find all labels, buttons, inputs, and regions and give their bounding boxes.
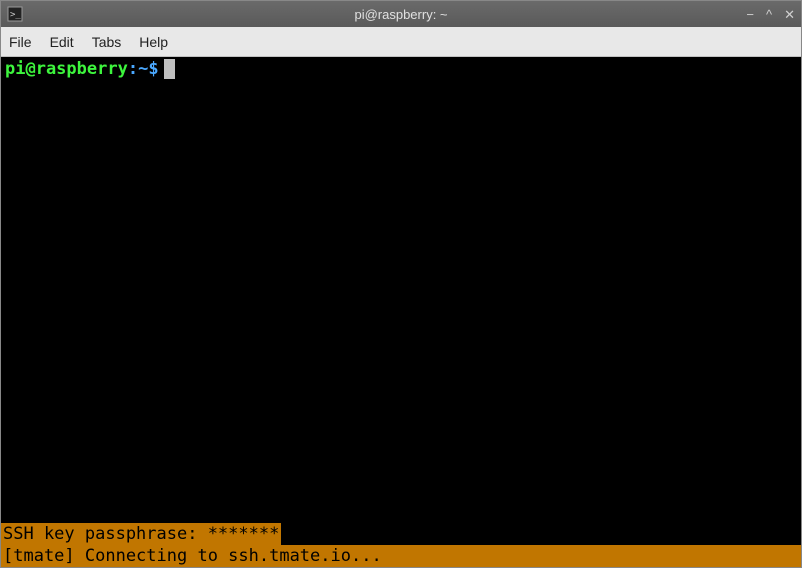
menu-file[interactable]: File bbox=[9, 34, 32, 50]
status-line-passphrase: SSH key passphrase: ******* bbox=[1, 523, 281, 545]
menu-help[interactable]: Help bbox=[139, 34, 168, 50]
terminal[interactable]: pi@raspberry:~ $ SSH key passphrase: ***… bbox=[1, 57, 801, 567]
window-title: pi@raspberry: ~ bbox=[354, 7, 447, 22]
cursor bbox=[164, 59, 175, 79]
prompt-colon: : bbox=[128, 58, 138, 80]
prompt-path: ~ bbox=[138, 58, 148, 80]
menubar: File Edit Tabs Help bbox=[1, 27, 801, 57]
status-area: SSH key passphrase: ******* [tmate] Conn… bbox=[1, 523, 801, 567]
app-icon: >_ bbox=[7, 6, 23, 22]
menu-tabs[interactable]: Tabs bbox=[92, 34, 122, 50]
status-line-connecting: [tmate] Connecting to ssh.tmate.io... bbox=[1, 545, 801, 567]
maximize-button[interactable]: ^ bbox=[766, 8, 772, 21]
minimize-button[interactable]: − bbox=[746, 8, 754, 21]
menu-edit[interactable]: Edit bbox=[50, 34, 74, 50]
window-controls: − ^ ✕ bbox=[746, 8, 795, 21]
titlebar: >_ pi@raspberry: ~ − ^ ✕ bbox=[1, 1, 801, 27]
prompt-line: pi@raspberry:~ $ bbox=[1, 57, 801, 80]
prompt-symbol: $ bbox=[148, 58, 158, 80]
svg-text:>_: >_ bbox=[10, 10, 21, 20]
prompt-user-host: pi@raspberry bbox=[5, 58, 128, 80]
close-button[interactable]: ✕ bbox=[784, 8, 795, 21]
